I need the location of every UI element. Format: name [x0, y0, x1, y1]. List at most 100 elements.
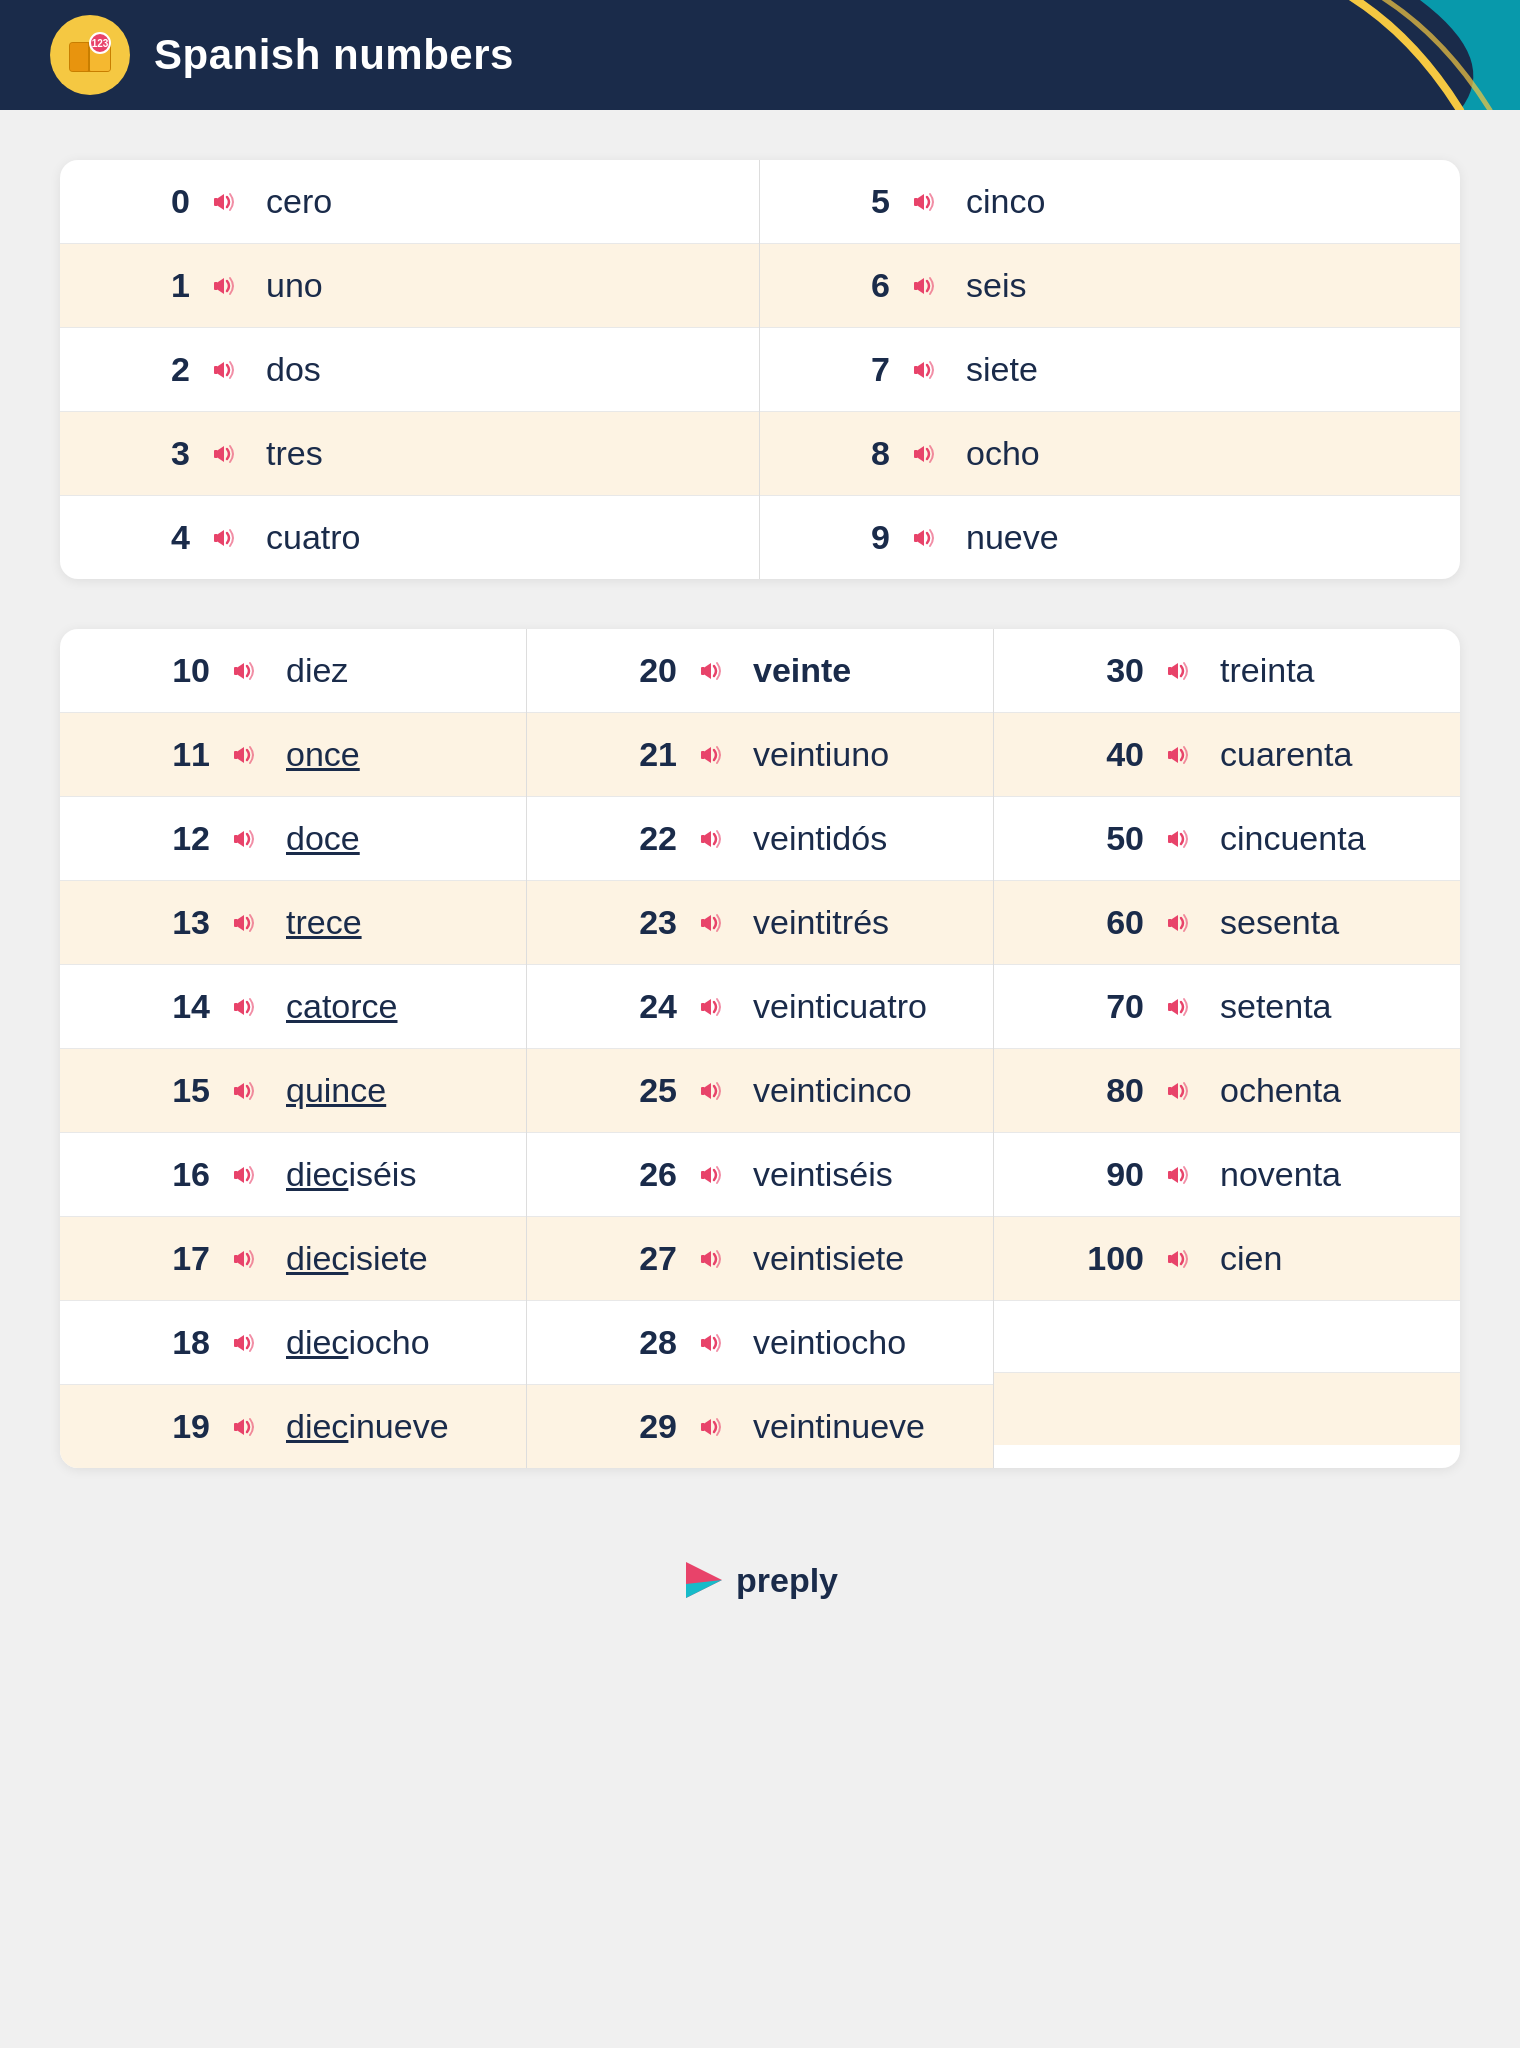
table-row: 13 trece: [60, 881, 526, 965]
word-label: cien: [1220, 1239, 1282, 1278]
svg-rect-28: [701, 835, 705, 843]
word-4: cuatro: [266, 518, 361, 557]
word-label: veintiuno: [753, 735, 889, 774]
svg-rect-40: [1168, 1003, 1172, 1011]
sound-icon[interactable]: [697, 989, 733, 1025]
sound-icon[interactable]: [230, 989, 266, 1025]
number-label: 14: [120, 987, 210, 1026]
sound-icon-5[interactable]: [910, 184, 946, 220]
svg-rect-21: [234, 1087, 238, 1095]
preply-text: preply: [736, 1561, 838, 1600]
word-label: veintinueve: [753, 1407, 925, 1446]
number-label: 25: [587, 1071, 677, 1110]
number-1: 1: [120, 266, 190, 305]
number-label: 18: [120, 1323, 210, 1362]
sound-icon[interactable]: [1164, 905, 1200, 941]
header: 123 Spanish numbers: [0, 0, 1520, 110]
word-3: tres: [266, 434, 323, 473]
sound-icon[interactable]: [697, 653, 733, 689]
sound-icon[interactable]: [1164, 989, 1200, 1025]
sound-icon[interactable]: [1164, 653, 1200, 689]
sound-icon-4[interactable]: [210, 520, 246, 556]
sound-icon[interactable]: [697, 1409, 733, 1445]
sound-icon[interactable]: [697, 1073, 733, 1109]
svg-rect-16: [234, 667, 238, 675]
word-label: veinticinco: [753, 1071, 912, 1110]
sound-icon[interactable]: [697, 905, 733, 941]
sound-icon[interactable]: [230, 821, 266, 857]
table-row: 0 cero: [60, 160, 759, 244]
svg-rect-27: [701, 751, 705, 759]
sound-icon[interactable]: [230, 1409, 266, 1445]
sound-icon-7[interactable]: [910, 352, 946, 388]
svg-rect-20: [234, 1003, 238, 1011]
svg-rect-24: [234, 1339, 238, 1347]
sound-icon-9[interactable]: [910, 520, 946, 556]
sound-icon-2[interactable]: [210, 352, 246, 388]
sound-icon[interactable]: [697, 1157, 733, 1193]
table-row: 3 tres: [60, 412, 759, 496]
number-6: 6: [820, 266, 890, 305]
number-5: 5: [820, 182, 890, 221]
sound-icon[interactable]: [697, 1325, 733, 1361]
table-row: 12 doce: [60, 797, 526, 881]
table-row: 21 veintiuno: [527, 713, 993, 797]
word-label: diez: [286, 651, 348, 690]
word-label: noventa: [1220, 1155, 1341, 1194]
table-row: 18 dieciocho: [60, 1301, 526, 1385]
number-label: 29: [587, 1407, 677, 1446]
col-30-100: 30 treinta 40 cuarenta 50: [994, 629, 1460, 1468]
svg-rect-1: [70, 43, 89, 71]
word-label: setenta: [1220, 987, 1332, 1026]
sound-icon[interactable]: [230, 653, 266, 689]
number-label: 21: [587, 735, 677, 774]
sound-icon[interactable]: [697, 821, 733, 857]
word-1: uno: [266, 266, 323, 305]
page-title: Spanish numbers: [154, 31, 514, 79]
sound-icon[interactable]: [1164, 1073, 1200, 1109]
table-row: 19 diecinueve: [60, 1385, 526, 1468]
sound-icon-3[interactable]: [210, 436, 246, 472]
sound-icon[interactable]: [230, 1073, 266, 1109]
table-row: 6 seis: [760, 244, 1460, 328]
svg-rect-36: [1168, 667, 1172, 675]
number-label: 60: [1054, 903, 1144, 942]
sound-icon-6[interactable]: [910, 268, 946, 304]
sound-icon-8[interactable]: [910, 436, 946, 472]
word-label: veinte: [753, 651, 851, 690]
svg-rect-38: [1168, 835, 1172, 843]
word-label: cuarenta: [1220, 735, 1352, 774]
svg-rect-13: [914, 366, 918, 374]
svg-rect-29: [701, 919, 705, 927]
sound-icon[interactable]: [230, 1241, 266, 1277]
sound-icon-0[interactable]: [210, 184, 246, 220]
two-col-layout: 0 cero 1 uno 2 dos 3: [60, 160, 1460, 579]
sound-icon[interactable]: [1164, 737, 1200, 773]
svg-rect-22: [234, 1171, 238, 1179]
sound-icon[interactable]: [1164, 1241, 1200, 1277]
sound-icon[interactable]: [230, 1157, 266, 1193]
svg-rect-23: [234, 1255, 238, 1263]
sound-icon[interactable]: [697, 737, 733, 773]
footer: preply: [0, 1528, 1520, 1652]
number-3: 3: [120, 434, 190, 473]
sound-icon[interactable]: [230, 1325, 266, 1361]
table-row: 100 cien: [994, 1217, 1460, 1301]
number-label: 10: [120, 651, 210, 690]
sound-icon[interactable]: [697, 1241, 733, 1277]
sound-icon[interactable]: [230, 737, 266, 773]
table-row: 1 uno: [60, 244, 759, 328]
word-label: catorce: [286, 987, 398, 1026]
sound-icon[interactable]: [230, 905, 266, 941]
svg-rect-26: [701, 667, 705, 675]
table-row: 50 cincuenta: [994, 797, 1460, 881]
table-row: [994, 1373, 1460, 1445]
word-label: treinta: [1220, 651, 1315, 690]
word-0: cero: [266, 182, 332, 221]
sound-icon-1[interactable]: [210, 268, 246, 304]
table-row: 80 ochenta: [994, 1049, 1460, 1133]
number-label: 30: [1054, 651, 1144, 690]
sound-icon[interactable]: [1164, 821, 1200, 857]
sound-icon[interactable]: [1164, 1157, 1200, 1193]
word-label: trece: [286, 903, 362, 942]
